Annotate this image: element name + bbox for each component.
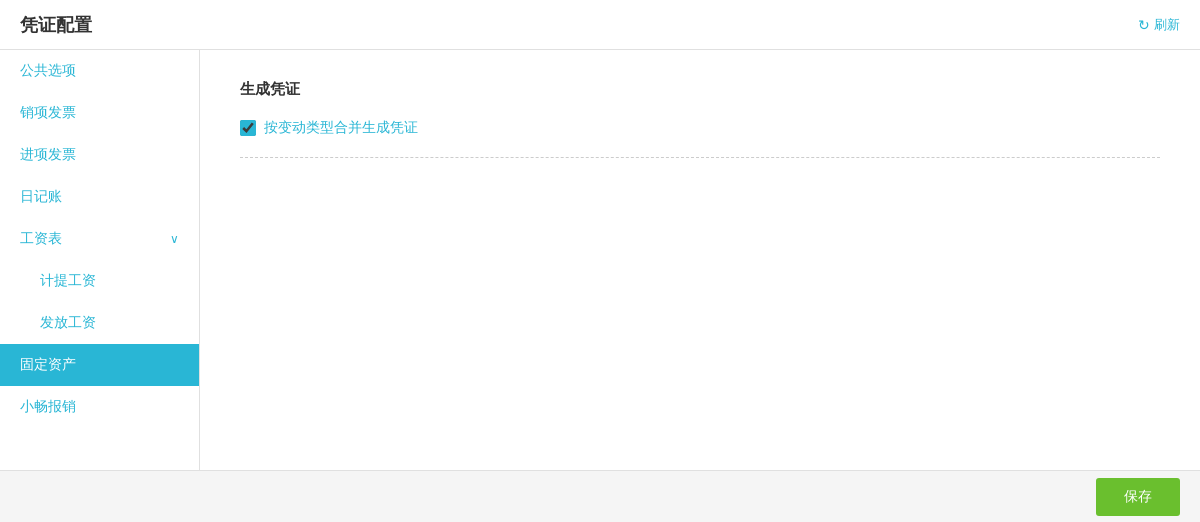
refresh-icon: ↻: [1138, 17, 1150, 33]
sidebar-item-fixed-assets[interactable]: 固定资产: [0, 344, 199, 386]
refresh-label: 刷新: [1154, 16, 1180, 34]
chevron-down-icon: ∨: [170, 232, 179, 246]
sidebar-item-label: 进项发票: [20, 146, 76, 164]
page-title: 凭证配置: [20, 13, 92, 37]
sidebar-item-label: 日记账: [20, 188, 62, 206]
sidebar-item-label: 公共选项: [20, 62, 76, 80]
merge-by-type-checkbox[interactable]: [240, 120, 256, 136]
sidebar-item-label: 固定资产: [20, 356, 76, 374]
sidebar-item-public-options[interactable]: 公共选项: [0, 50, 199, 92]
section-title: 生成凭证: [240, 80, 1160, 99]
sidebar-item-label: 小畅报销: [20, 398, 76, 416]
sidebar-item-label: 工资表: [20, 230, 62, 248]
sidebar-item-label: 销项发票: [20, 104, 76, 122]
sidebar-item-label: 计提工资: [40, 272, 96, 290]
page-header: 凭证配置 ↻ 刷新: [0, 0, 1200, 50]
main-layout: 公共选项 销项发票 进项发票 日记账 工资表 ∨ 计提工资 发放工资 固定资产 …: [0, 50, 1200, 470]
content-area: 生成凭证 按变动类型合并生成凭证: [200, 50, 1200, 470]
refresh-button[interactable]: ↻ 刷新: [1138, 16, 1180, 34]
sidebar: 公共选项 销项发票 进项发票 日记账 工资表 ∨ 计提工资 发放工资 固定资产 …: [0, 50, 200, 470]
sidebar-item-payroll-table[interactable]: 工资表 ∨: [0, 218, 199, 260]
save-button[interactable]: 保存: [1096, 478, 1180, 516]
sidebar-item-purchase-invoice[interactable]: 进项发票: [0, 134, 199, 176]
page-footer: 保存: [0, 470, 1200, 522]
sidebar-item-pay-wages[interactable]: 发放工资: [0, 302, 199, 344]
sidebar-item-sales-invoice[interactable]: 销项发票: [0, 92, 199, 134]
sidebar-item-label: 发放工资: [40, 314, 96, 332]
section-divider: [240, 157, 1160, 158]
checkbox-row: 按变动类型合并生成凭证: [240, 119, 1160, 137]
sidebar-item-commission-wages[interactable]: 计提工资: [0, 260, 199, 302]
checkbox-label[interactable]: 按变动类型合并生成凭证: [264, 119, 418, 137]
sidebar-item-expense-report[interactable]: 小畅报销: [0, 386, 199, 428]
sidebar-item-journal[interactable]: 日记账: [0, 176, 199, 218]
